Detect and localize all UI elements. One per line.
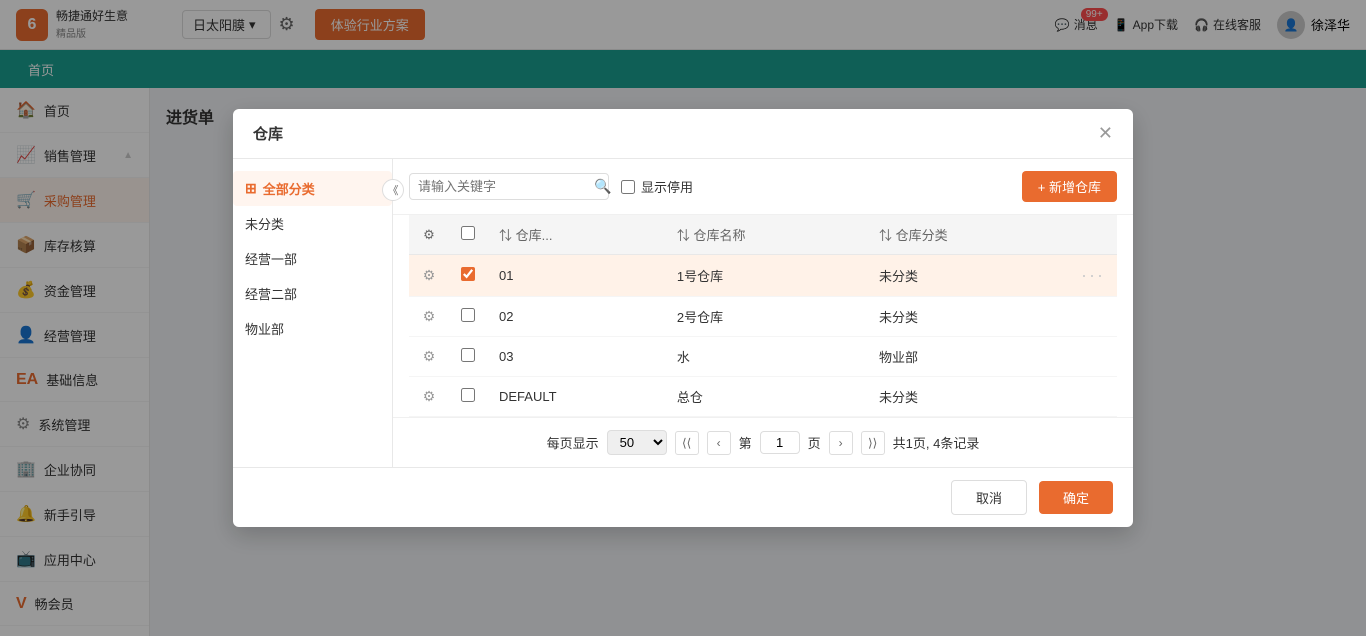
dialog-sidebar: ⊞ 全部分类 《 未分类 经营一部 经营二部 物业部 [233,159,393,467]
page-label: 第 [739,433,752,452]
total-info: 共1页, 4条记录 [893,433,980,452]
row-name-3: 水 [665,337,867,377]
page-number-input[interactable] [760,431,800,454]
show-disabled-label: 显示停用 [641,177,693,196]
row-gear-1: ⚙ [409,255,449,297]
sidebar-collapse-button[interactable]: 《 [382,179,404,201]
row-dots-1: ··· [1069,255,1117,297]
sort-name-icon: ⇅ [677,228,690,243]
row-cat-1: 未分类 [867,255,1069,297]
table-row[interactable]: ⚙ DEFAULT 总仓 未分类 [409,377,1117,417]
add-warehouse-button[interactable]: + 新增仓库 [1022,171,1117,202]
table-row[interactable]: ⚙ 02 2号仓库 未分类 [409,297,1117,337]
cat-dept2-label: 经营二部 [245,284,297,303]
table-row[interactable]: ⚙ 01 1号仓库 未分类 ··· [409,255,1117,297]
modal-overlay: 仓库 ✕ ⊞ 全部分类 《 未分类 经营一部 [0,0,1366,636]
dialog-footer: 取消 确定 [233,467,1133,527]
page-next-button[interactable]: › [829,431,853,455]
dialog-title: 仓库 [253,123,283,144]
row-cat-3: 物业部 [867,337,1069,377]
row-check-2[interactable] [449,297,487,337]
cat-item-all[interactable]: ⊞ 全部分类 [233,171,392,206]
per-page-select[interactable]: 50 100 200 [607,430,667,455]
row-gear-4: ⚙ [409,377,449,417]
row-check-1[interactable] [449,255,487,297]
search-input[interactable] [418,179,594,194]
cat-item-property[interactable]: 物业部 [233,311,392,346]
cancel-button[interactable]: 取消 [951,480,1027,515]
dialog-header: 仓库 ✕ [233,109,1133,159]
per-page-label: 每页显示 [547,433,599,452]
col-code-header: ⇅ 仓库... [487,215,665,255]
cat-all-icon: ⊞ [245,180,257,197]
page-last-button[interactable]: ⟩⟩ [861,431,885,455]
select-all-checkbox[interactable] [461,226,475,240]
show-disabled-checkbox[interactable] [621,180,635,194]
confirm-button[interactable]: 确定 [1039,481,1113,514]
cat-item-dept1[interactable]: 经营一部 [233,241,392,276]
dialog-content: 🔍 显示停用 + 新增仓库 ⚙ [393,159,1133,467]
row-name-1: 1号仓库 [665,255,867,297]
row-dots-3 [1069,337,1117,377]
row-dots-2 [1069,297,1117,337]
col-category-header: ⇅ 仓库分类 [867,215,1069,255]
sort-cat-icon: ⇅ [879,228,892,243]
sort-icon: ⇅ [499,228,512,243]
page-prev-button[interactable]: ‹ [707,431,731,455]
row-gear-3: ⚙ [409,337,449,377]
row-code-1: 01 [487,255,665,297]
warehouse-dialog: 仓库 ✕ ⊞ 全部分类 《 未分类 经营一部 [233,109,1133,527]
dialog-body: ⊞ 全部分类 《 未分类 经营一部 经营二部 物业部 [233,159,1133,467]
row-cat-2: 未分类 [867,297,1069,337]
cat-dept1-label: 经营一部 [245,249,297,268]
cat-property-label: 物业部 [245,319,284,338]
warehouse-table: ⚙ ⇅ 仓库... ⇅ [409,215,1117,417]
search-wrap: 🔍 [409,173,609,200]
row-code-2: 02 [487,297,665,337]
col-name-header: ⇅ 仓库名称 [665,215,867,255]
row-code-3: 03 [487,337,665,377]
page-first-button[interactable]: ⟨⟨ [675,431,699,455]
cat-uncategorized-label: 未分类 [245,214,284,233]
row-cat-4: 未分类 [867,377,1069,417]
dialog-toolbar: 🔍 显示停用 + 新增仓库 [393,159,1133,215]
table-row[interactable]: ⚙ 03 水 物业部 [409,337,1117,377]
row-name-4: 总仓 [665,377,867,417]
row-code-4: DEFAULT [487,377,665,417]
row-gear-2: ⚙ [409,297,449,337]
dialog-close-button[interactable]: ✕ [1098,123,1113,144]
page-unit: 页 [808,433,821,452]
row-check-4[interactable] [449,377,487,417]
cat-item-uncategorized[interactable]: 未分类 [233,206,392,241]
cat-item-dept2[interactable]: 经营二部 [233,276,392,311]
col-gear-icon: ⚙ [423,227,435,242]
row-name-2: 2号仓库 [665,297,867,337]
cat-all-label: 全部分类 [263,179,315,198]
show-disabled-toggle[interactable]: 显示停用 [621,177,693,196]
row-dots-4 [1069,377,1117,417]
search-icon: 🔍 [594,178,611,195]
row-check-3[interactable] [449,337,487,377]
pagination: 每页显示 50 100 200 ⟨⟨ ‹ 第 页 › ⟩⟩ 共1页, 4条记录 [393,417,1133,467]
warehouse-table-wrap: ⚙ ⇅ 仓库... ⇅ [393,215,1133,417]
